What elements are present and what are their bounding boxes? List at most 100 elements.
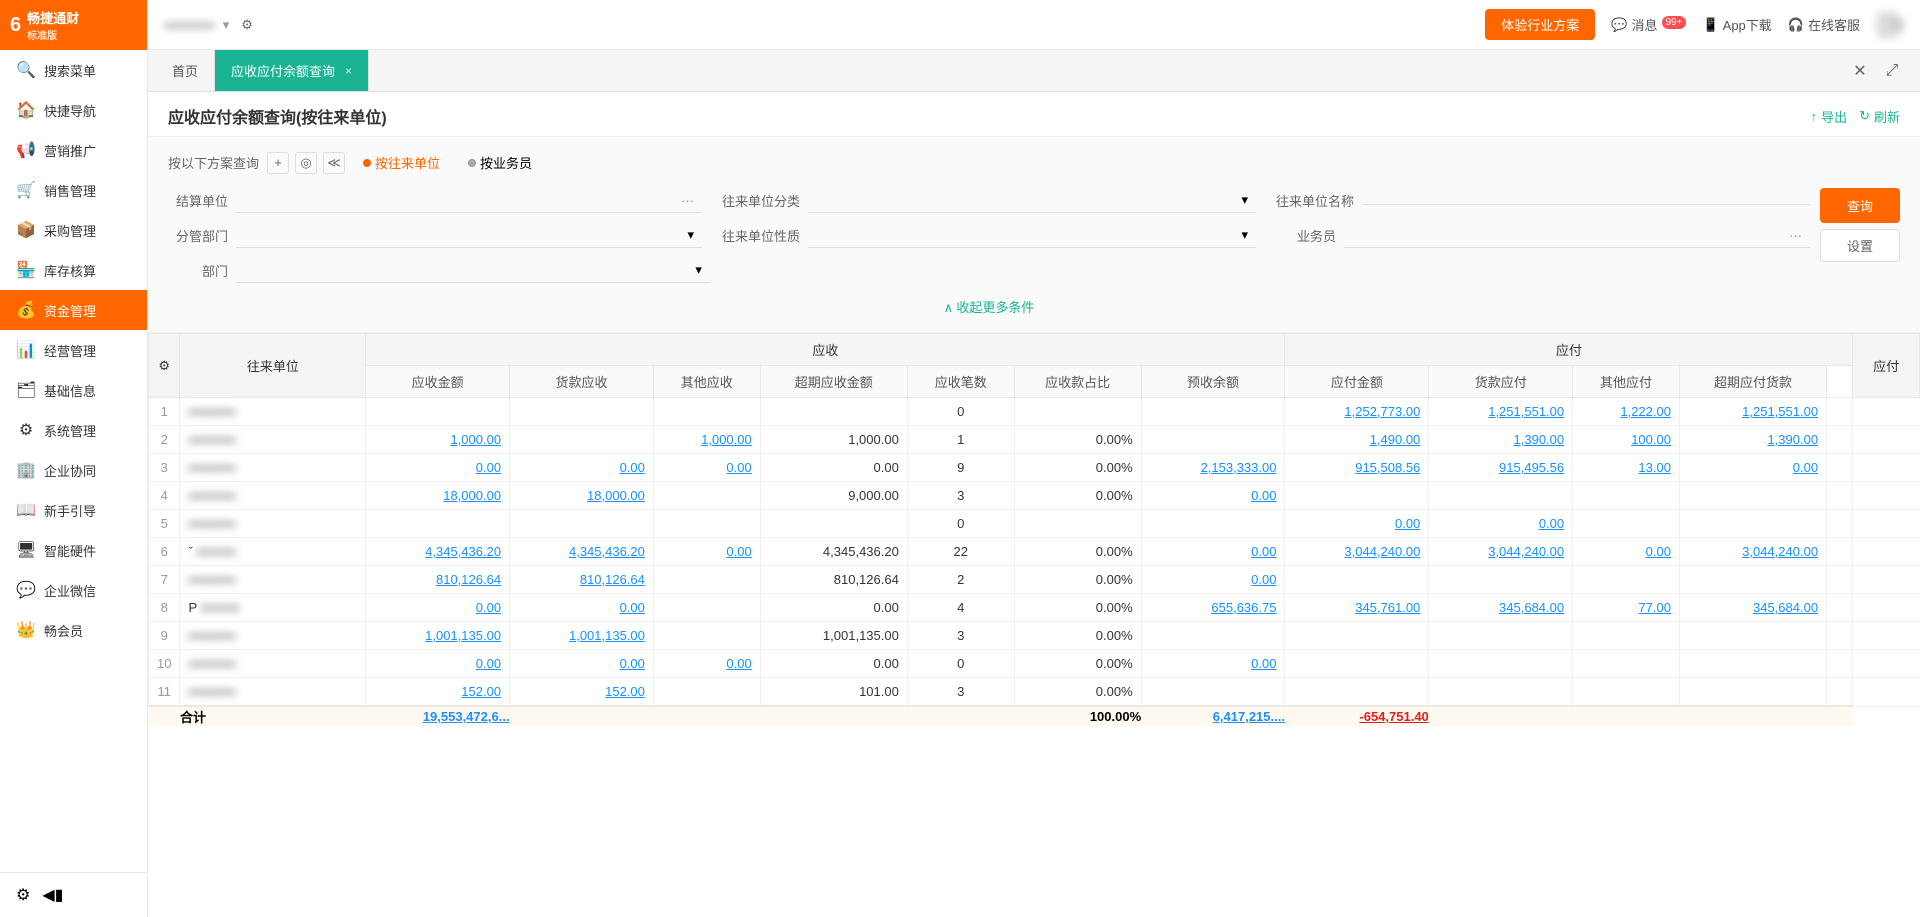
unit-name-input[interactable]	[1362, 196, 1810, 205]
prepay[interactable]: 2,153,333.00	[1141, 454, 1285, 482]
settings-bottom-icon[interactable]: ⚙	[16, 885, 30, 905]
ar-amount[interactable]: 18,000.00	[366, 482, 510, 510]
ar-amount[interactable]: 4,345,436.20	[366, 538, 510, 566]
sidebar-item-operations[interactable]: 📊 经营管理	[0, 330, 147, 370]
tab-home[interactable]: 首页	[156, 50, 215, 91]
ap-goods[interactable]: 915,495.56	[1429, 454, 1573, 482]
query-button[interactable]: 查询	[1820, 188, 1900, 223]
ar-other[interactable]: 0.00	[653, 650, 760, 678]
footer-prepay[interactable]: 6,417,215....	[1141, 706, 1285, 726]
salesman-dots[interactable]: ···	[1789, 228, 1802, 243]
ar-goods[interactable]: 18,000.00	[510, 482, 654, 510]
tab-close-all-icon[interactable]: ✕	[1848, 59, 1872, 83]
ar-amount[interactable]: 810,126.64	[366, 566, 510, 594]
tab-query[interactable]: 应收应付余额查询 ×	[215, 50, 369, 91]
ar-goods[interactable]: 152.00	[510, 678, 654, 707]
messages-btn[interactable]: 💬 消息 99+	[1611, 15, 1686, 34]
app-download-btn[interactable]: 📱 App下载	[1702, 15, 1771, 34]
department-select[interactable]: ▾	[236, 258, 710, 283]
online-service-btn[interactable]: 🎧 在线客服	[1788, 15, 1860, 34]
ar-goods[interactable]: 810,126.64	[510, 566, 654, 594]
ap-amount[interactable]: 345,761.00	[1285, 594, 1429, 622]
th-settings[interactable]: ⚙	[149, 334, 180, 398]
ap-overdue[interactable]: 1,251,551.00	[1679, 398, 1826, 426]
collapse-bar[interactable]: ∧ 收起更多条件	[168, 293, 1810, 320]
prepay[interactable]: 0.00	[1141, 482, 1285, 510]
scheme-by-salesman[interactable]: 按业务员	[458, 149, 542, 176]
ap-overdue[interactable]: 3,044,240.00	[1679, 538, 1826, 566]
ar-amount[interactable]: 152.00	[366, 678, 510, 707]
ap-amount[interactable]: 0.00	[1285, 510, 1429, 538]
ap-overdue[interactable]: 1,390.00	[1679, 426, 1826, 454]
unit-nature-select[interactable]: ▾	[808, 223, 1256, 248]
ar-other[interactable]: 1,000.00	[653, 426, 760, 454]
ar-other[interactable]: 0.00	[653, 454, 760, 482]
setting-button[interactable]: 设置	[1820, 229, 1900, 262]
ar-amount[interactable]: 1,000.00	[366, 426, 510, 454]
salesman-input[interactable]: ···	[1344, 224, 1810, 248]
tab-fullscreen-icon[interactable]: ⤢	[1880, 59, 1904, 83]
sidebar-item-member[interactable]: 👑 畅会员	[0, 610, 147, 650]
ap-goods[interactable]: 0.00	[1429, 510, 1573, 538]
sidebar-item-wechat[interactable]: 💬 企业微信	[0, 570, 147, 610]
ar-goods[interactable]: 0.00	[510, 594, 654, 622]
sidebar-item-finance[interactable]: 💰 资金管理	[0, 290, 147, 330]
prepay[interactable]: 0.00	[1141, 566, 1285, 594]
ap-goods[interactable]: 1,251,551.00	[1429, 398, 1573, 426]
export-btn[interactable]: ↑ 导出	[1811, 107, 1848, 126]
refresh-btn[interactable]: ↻ 刷新	[1859, 107, 1900, 126]
ar-amount[interactable]: 1,001,135.00	[366, 622, 510, 650]
ap-overdue[interactable]: 345,684.00	[1679, 594, 1826, 622]
ap-goods[interactable]: 345,684.00	[1429, 594, 1573, 622]
sidebar-item-marketing[interactable]: 📢 营销推广	[0, 130, 147, 170]
ar-amount[interactable]: 0.00	[366, 454, 510, 482]
settlement-dots[interactable]: ···	[681, 193, 694, 208]
user-avatar[interactable]: Rit	[1876, 11, 1904, 39]
sidebar-item-enterprise[interactable]: 🏢 企业协同	[0, 450, 147, 490]
prepay[interactable]: 0.00	[1141, 538, 1285, 566]
settings-icon-header[interactable]: ⚙	[241, 17, 253, 33]
trial-button[interactable]: 体验行业方案	[1485, 9, 1595, 40]
ar-goods[interactable]: 0.00	[510, 454, 654, 482]
tab-close-icon[interactable]: ×	[345, 64, 352, 78]
ar-other[interactable]: 0.00	[653, 538, 760, 566]
sidebar-item-hardware[interactable]: 🖥 智能硬件	[0, 530, 147, 570]
ap-overdue[interactable]: 0.00	[1679, 454, 1826, 482]
add-scheme-icon[interactable]: +	[267, 152, 289, 174]
sidebar-item-guide[interactable]: 📖 新手引导	[0, 490, 147, 530]
dept-select[interactable]: ▾	[236, 223, 702, 248]
sidebar-item-sales[interactable]: 🛒 销售管理	[0, 170, 147, 210]
ap-amount[interactable]: 915,508.56	[1285, 454, 1429, 482]
prepay[interactable]: 655,636.75	[1141, 594, 1285, 622]
ap-other[interactable]: 100.00	[1573, 426, 1680, 454]
sidebar-item-purchase[interactable]: 📦 采购管理	[0, 210, 147, 250]
ap-amount[interactable]: 1,252,773.00	[1285, 398, 1429, 426]
edit-scheme-icon[interactable]: ◎	[295, 152, 317, 174]
prepay[interactable]: 0.00	[1141, 650, 1285, 678]
ap-other[interactable]: 1,222.00	[1573, 398, 1680, 426]
footer-ar-amount[interactable]: 19,553,472,6...	[366, 706, 510, 726]
settlement-unit-input[interactable]: ···	[236, 189, 702, 213]
ap-other[interactable]: 13.00	[1573, 454, 1680, 482]
footer-ap-amount[interactable]: -654,751.40	[1285, 706, 1429, 726]
ap-other[interactable]: 77.00	[1573, 594, 1680, 622]
ap-other[interactable]: 0.00	[1573, 538, 1680, 566]
sidebar-item-inventory[interactable]: 🏪 库存核算	[0, 250, 147, 290]
sidebar-item-basic[interactable]: 🗂 基础信息	[0, 370, 147, 410]
sidebar-item-search[interactable]: 🔍 搜索菜单	[0, 50, 147, 90]
ar-goods[interactable]: 0.00	[510, 650, 654, 678]
ap-amount[interactable]: 1,490.00	[1285, 426, 1429, 454]
collapse-scheme-icon[interactable]: ≪	[323, 152, 345, 174]
ap-amount[interactable]: 3,044,240.00	[1285, 538, 1429, 566]
sidebar-item-quick-nav[interactable]: 🏠 快捷导航	[0, 90, 147, 130]
scheme-by-unit[interactable]: 按往来单位	[353, 149, 450, 176]
ar-amount[interactable]: 0.00	[366, 650, 510, 678]
unit-category-select[interactable]: ▾	[808, 188, 1256, 213]
ar-goods[interactable]: 1,001,135.00	[510, 622, 654, 650]
collapse-icon[interactable]: ◀▮	[42, 885, 63, 905]
ar-amount[interactable]: 0.00	[366, 594, 510, 622]
ar-goods[interactable]: 4,345,436.20	[510, 538, 654, 566]
ap-goods[interactable]: 1,390.00	[1429, 426, 1573, 454]
sidebar-item-system[interactable]: ⚙ 系统管理	[0, 410, 147, 450]
ap-goods[interactable]: 3,044,240.00	[1429, 538, 1573, 566]
